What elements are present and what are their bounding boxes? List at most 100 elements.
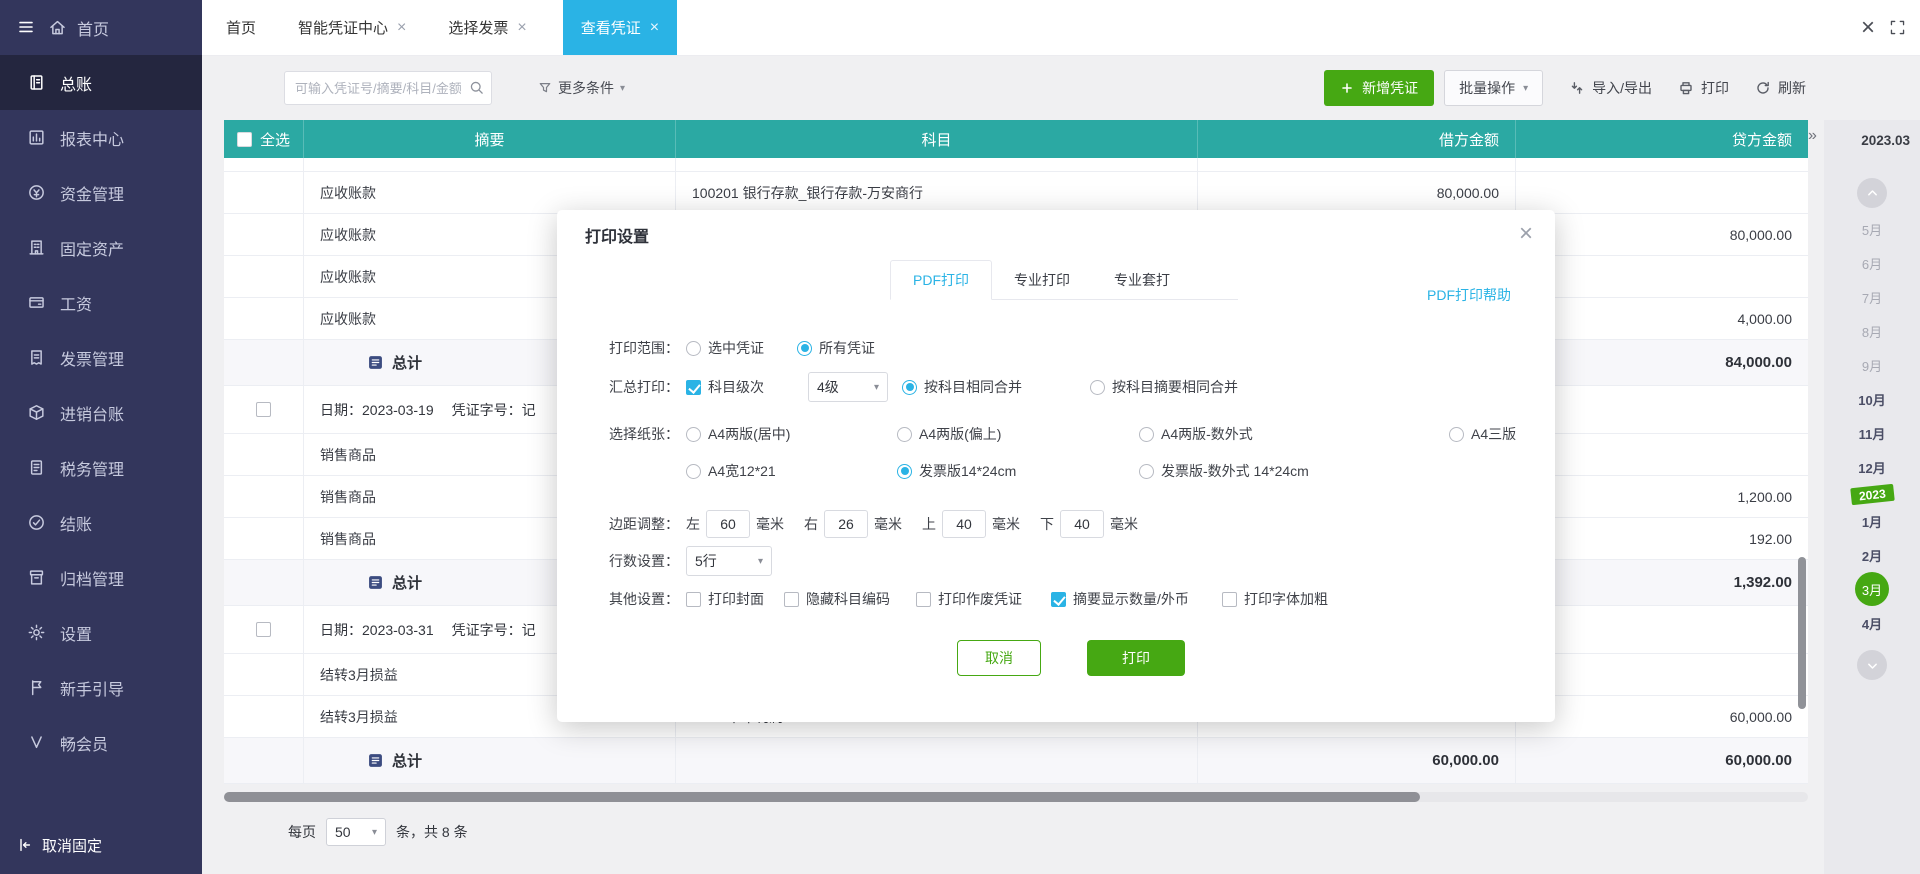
checkbox-summary-show-qty-currency[interactable]: 摘要显示数量/外币 bbox=[1051, 589, 1222, 609]
page-size-select[interactable]: 50 ▾ bbox=[326, 818, 386, 846]
radio-selected-vouchers[interactable]: 选中凭证 bbox=[686, 338, 797, 358]
sidebar-item-tax[interactable]: 税务管理 bbox=[0, 440, 202, 495]
pdf-print-help-link[interactable]: PDF打印帮助 bbox=[1427, 285, 1511, 305]
archive-icon bbox=[29, 570, 44, 585]
sidebar-item-closing[interactable]: 结账 bbox=[0, 495, 202, 550]
radio-merge-same-account-summary[interactable]: 按科目摘要相同合并 bbox=[1090, 377, 1238, 397]
search-icon[interactable] bbox=[469, 80, 484, 100]
row-checkbox[interactable] bbox=[256, 402, 271, 417]
timeline-month[interactable]: 1月 bbox=[1862, 504, 1882, 538]
report-icon bbox=[29, 130, 44, 145]
dialog-close-icon[interactable]: × bbox=[1519, 222, 1533, 246]
timeline-month[interactable]: 10月 bbox=[1858, 382, 1885, 416]
sidebar-item-guide[interactable]: 新手引导 bbox=[0, 660, 202, 715]
tab-view-voucher[interactable]: 查看凭证 × bbox=[562, 0, 678, 55]
tab-professional-template-print[interactable]: 专业套打 bbox=[1092, 260, 1192, 299]
checkbox-hide-account-code[interactable]: 隐藏科目编码 bbox=[784, 589, 916, 609]
sum-icon bbox=[369, 754, 382, 767]
timeline-month[interactable]: 11月 bbox=[1859, 416, 1886, 450]
margin-left-input[interactable] bbox=[706, 510, 750, 538]
timeline-year-badge[interactable]: 2023 bbox=[1849, 483, 1895, 505]
radio-a4-three[interactable]: A4三版 bbox=[1449, 424, 1516, 444]
print-button-toolbar[interactable]: 打印 bbox=[1678, 78, 1729, 98]
total-label: 总计 bbox=[392, 753, 423, 770]
line-count-select[interactable]: 5行 ▾ bbox=[686, 546, 772, 576]
unpin-sidebar-button[interactable]: 取消固定 bbox=[0, 822, 202, 868]
radio-invoice-ext-14x24[interactable]: 发票版-数外式 14*24cm bbox=[1139, 461, 1309, 481]
sidebar-item-invoices[interactable]: 发票管理 bbox=[0, 330, 202, 385]
margin-right-input[interactable] bbox=[824, 510, 868, 538]
cancel-button[interactable]: 取消 bbox=[957, 640, 1041, 676]
credit-total: 1,392.00 bbox=[1733, 574, 1792, 591]
horizontal-scrollbar-thumb[interactable] bbox=[224, 792, 1420, 802]
tab-select-invoice[interactable]: 选择发票 × bbox=[448, 0, 526, 55]
sidebar-item-membership[interactable]: 畅会员 bbox=[0, 715, 202, 770]
sidebar-item-reports[interactable]: 报表中心 bbox=[0, 110, 202, 165]
timeline-month[interactable]: 8月 bbox=[1862, 314, 1882, 348]
tab-smart-voucher-center[interactable]: 智能凭证中心 × bbox=[298, 0, 406, 55]
group-voucher-no: 凭证字号：记 bbox=[451, 621, 536, 638]
timeline-month[interactable]: 12月 bbox=[1858, 450, 1885, 484]
add-voucher-button[interactable]: 新增凭证 bbox=[1324, 70, 1435, 106]
import-export-button[interactable]: 导入/导出 bbox=[1569, 78, 1652, 98]
timeline-month[interactable]: 6月 bbox=[1862, 246, 1882, 280]
timeline-down-button[interactable] bbox=[1857, 650, 1887, 680]
search-input[interactable] bbox=[284, 71, 492, 105]
table-row[interactable]: 应收账款 100201 银行存款_银行存款-万安商行 80,000.00 bbox=[224, 172, 1808, 214]
checkbox-print-cover[interactable]: 打印封面 bbox=[686, 589, 784, 609]
radio-invoice-14x24[interactable]: 发票版14*24cm bbox=[897, 461, 1139, 481]
credit-total: 84,000.00 bbox=[1725, 354, 1792, 371]
sidebar-item-fixed-assets[interactable]: 固定资产 bbox=[0, 220, 202, 275]
sidebar-item-purchase-sales-ledger[interactable]: 进销台账 bbox=[0, 385, 202, 440]
batch-operations-button[interactable]: 批量操作 ▾ bbox=[1444, 70, 1544, 106]
close-tab-icon[interactable]: × bbox=[650, 19, 659, 36]
margin-top-input[interactable] bbox=[942, 510, 986, 538]
checkbox-print-void-voucher[interactable]: 打印作废凭证 bbox=[916, 589, 1051, 609]
radio-icon bbox=[897, 426, 912, 442]
sidebar-item-salary[interactable]: 工资 bbox=[0, 275, 202, 330]
fixed-assets-icon bbox=[29, 240, 44, 255]
radio-a4-two-center[interactable]: A4两版(居中) bbox=[686, 424, 897, 444]
sidebar-item-general-ledger[interactable]: 总账 bbox=[0, 55, 202, 110]
radio-icon bbox=[1139, 463, 1154, 479]
timeline-month-active[interactable]: 3月 bbox=[1855, 572, 1889, 606]
radio-a4-wide-12x21[interactable]: A4宽12*21 bbox=[686, 461, 897, 481]
total-label: 总计 bbox=[392, 575, 423, 592]
account-level-select[interactable]: 4级 ▾ bbox=[808, 372, 888, 402]
sidebar-item-archive[interactable]: 归档管理 bbox=[0, 550, 202, 605]
margin-bottom-input[interactable] bbox=[1060, 510, 1104, 538]
col-debit: 借方金额 bbox=[1198, 120, 1516, 158]
radio-a4-two-ext[interactable]: A4两版-数外式 bbox=[1139, 424, 1449, 444]
checkbox-account-level[interactable]: 科目级次 bbox=[686, 377, 764, 397]
radio-all-vouchers[interactable]: 所有凭证 bbox=[797, 338, 875, 358]
radio-a4-two-top[interactable]: A4两版(偏上) bbox=[897, 424, 1139, 444]
more-filters-button[interactable]: 更多条件 ▾ bbox=[538, 78, 625, 98]
row-checkbox[interactable] bbox=[256, 622, 271, 637]
close-icon[interactable]: × bbox=[1861, 15, 1875, 40]
timeline-month[interactable]: 9月 bbox=[1862, 348, 1882, 382]
sidebar-item-funds[interactable]: 资金管理 bbox=[0, 165, 202, 220]
horizontal-scrollbar-track[interactable] bbox=[224, 792, 1808, 802]
timeline-month[interactable]: 2月 bbox=[1862, 538, 1882, 572]
checkbox-print-bold-font[interactable]: 打印字体加粗 bbox=[1222, 589, 1328, 609]
expand-columns-icon[interactable]: » bbox=[1808, 127, 1817, 145]
menu-icon[interactable] bbox=[17, 18, 35, 41]
timeline-up-button[interactable] bbox=[1857, 178, 1887, 208]
group-voucher-no: 凭证字号：记 bbox=[451, 401, 536, 418]
select-all-checkbox[interactable] bbox=[236, 131, 252, 147]
timeline-month[interactable]: 7月 bbox=[1862, 280, 1882, 314]
tab-home[interactable]: 首页 bbox=[226, 0, 256, 55]
close-tab-icon[interactable]: × bbox=[517, 19, 526, 36]
vertical-scrollbar[interactable] bbox=[1798, 557, 1806, 709]
tab-pdf-print[interactable]: PDF打印 bbox=[890, 260, 992, 300]
fullscreen-icon[interactable] bbox=[1889, 19, 1906, 36]
tab-professional-print[interactable]: 专业打印 bbox=[992, 260, 1092, 299]
sidebar-item-settings[interactable]: 设置 bbox=[0, 605, 202, 660]
close-tab-icon[interactable]: × bbox=[397, 19, 406, 36]
print-button[interactable]: 打印 bbox=[1087, 640, 1185, 676]
timeline-month[interactable]: 5月 bbox=[1862, 212, 1882, 246]
refresh-button[interactable]: 刷新 bbox=[1755, 78, 1806, 98]
radio-merge-same-account[interactable]: 按科目相同合并 bbox=[902, 377, 1022, 397]
timeline-month[interactable]: 4月 bbox=[1862, 606, 1882, 640]
chevron-down-icon: ▾ bbox=[873, 381, 879, 393]
